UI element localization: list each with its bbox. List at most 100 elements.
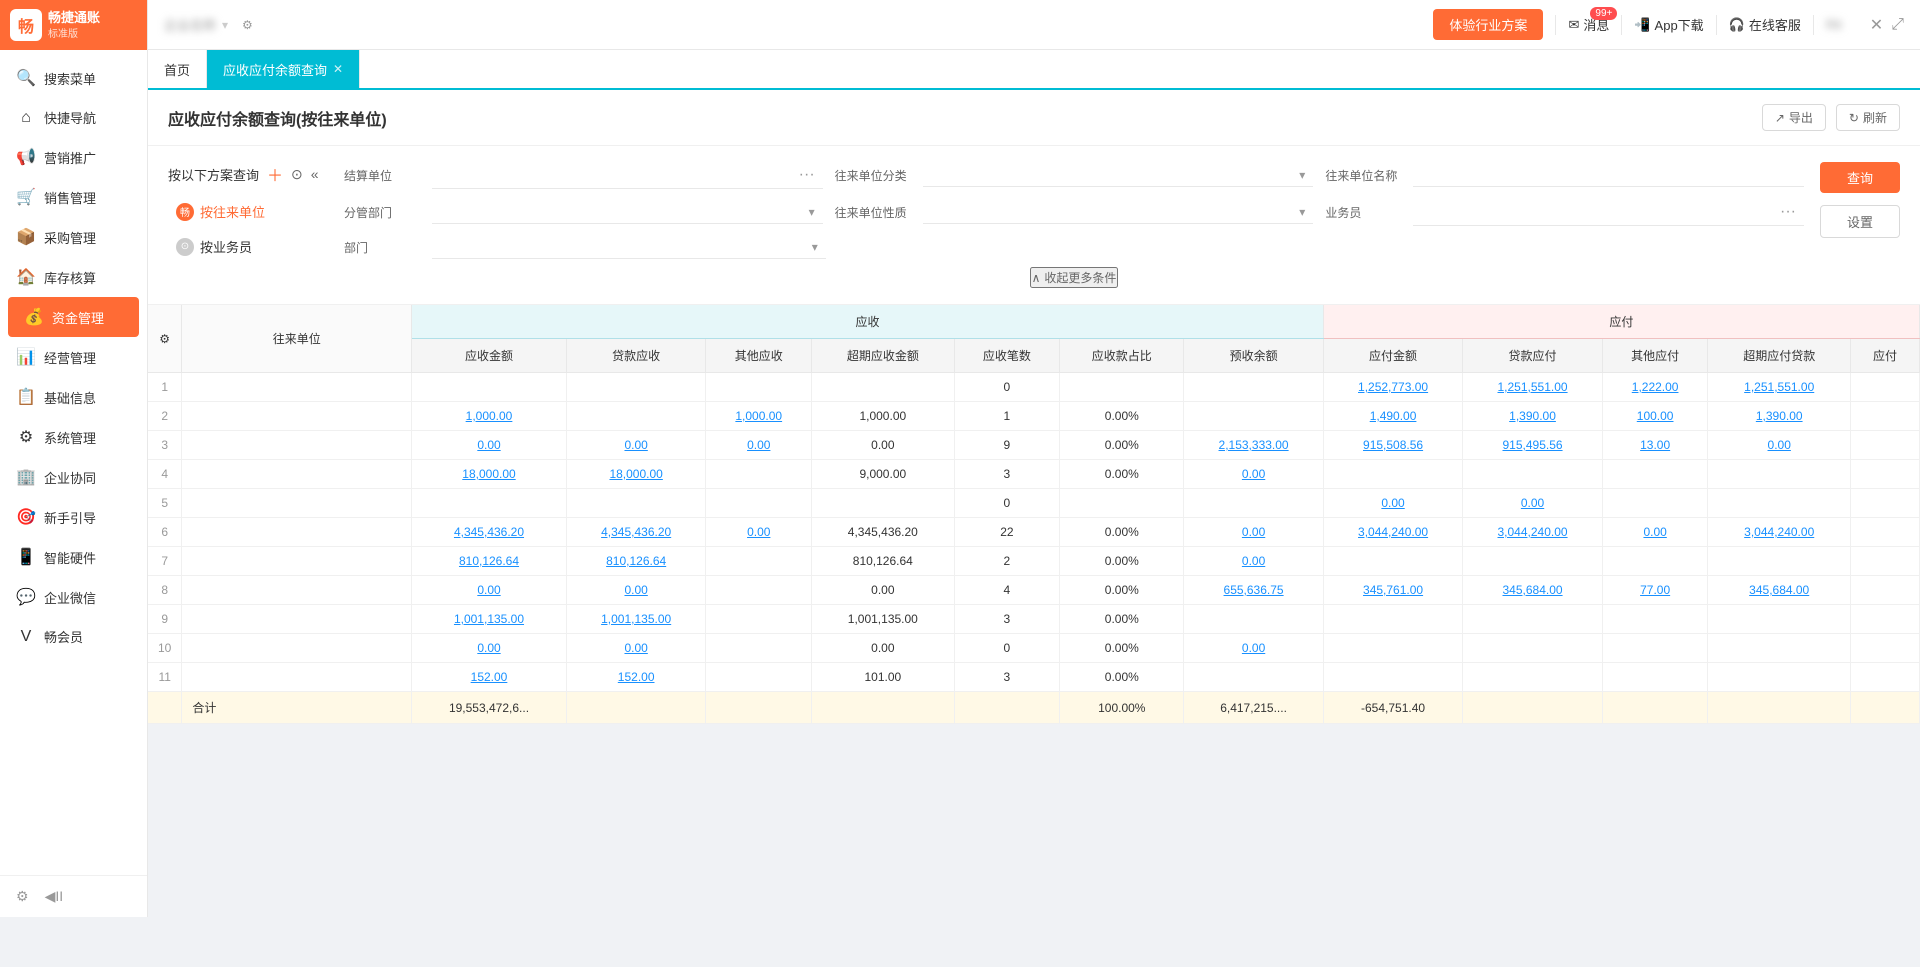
scheme-by-partner[interactable]: 畅 按往来单位 — [168, 198, 273, 225]
cell-link[interactable]: 0.00 — [1242, 554, 1265, 568]
salesman-input[interactable]: ··· — [1413, 199, 1804, 226]
sidebar-item-inventory[interactable]: 🏠 库存核算 — [0, 257, 147, 297]
cell-link[interactable]: 0.00 — [1242, 525, 1265, 539]
cell-link[interactable]: 152.00 — [618, 670, 655, 684]
cell-link[interactable]: 100.00 — [1637, 409, 1674, 423]
cell-link[interactable]: 0.00 — [1521, 496, 1544, 510]
cell-link[interactable]: 915,495.56 — [1503, 438, 1563, 452]
sidebar-item-search[interactable]: 🔍 搜索菜单 — [0, 58, 147, 98]
cell-link[interactable]: 345,761.00 — [1363, 583, 1423, 597]
sidebar-item-corp[interactable]: 🏢 企业协同 — [0, 457, 147, 497]
collapse-footer-icon[interactable]: ◀II — [45, 888, 64, 905]
cell-link[interactable]: 1,251,551.00 — [1498, 380, 1568, 394]
export-button[interactable]: ↗ 导出 — [1762, 104, 1826, 131]
table-cell: 1,001,135.00 — [812, 605, 954, 634]
cell-link[interactable]: 1,390.00 — [1756, 409, 1803, 423]
cell-link[interactable]: 13.00 — [1640, 438, 1670, 452]
app-download-button[interactable]: 📲 App下载 — [1634, 15, 1703, 34]
cell-link[interactable]: 1,251,551.00 — [1744, 380, 1814, 394]
partner-name-input[interactable] — [1413, 164, 1804, 187]
sidebar-item-marketing[interactable]: 📢 营销推广 — [0, 137, 147, 177]
close-window-button[interactable]: ✕ — [1870, 15, 1883, 35]
sidebar-item-wechat[interactable]: 💬 企业微信 — [0, 577, 147, 617]
tab-close-button[interactable]: ✕ — [333, 62, 343, 76]
collapse-more-button[interactable]: ∧ 收起更多条件 — [1030, 267, 1119, 288]
sidebar-item-sales[interactable]: 🛒 销售管理 — [0, 177, 147, 217]
cell-link[interactable]: 0.00 — [1242, 641, 1265, 655]
cell-link[interactable]: 4,345,436.20 — [454, 525, 524, 539]
cell-link[interactable]: 0.00 — [1768, 438, 1791, 452]
dept-manager-select[interactable]: ▾ — [432, 201, 823, 224]
sidebar-item-purchase[interactable]: 📦 采购管理 — [0, 217, 147, 257]
cell-link[interactable]: 1,001,135.00 — [454, 612, 524, 626]
cell-link[interactable]: 0.00 — [624, 438, 647, 452]
gear-btn[interactable]: ⚙ — [242, 18, 253, 32]
sidebar-item-basic[interactable]: 📋 基础信息 — [0, 377, 147, 417]
scheme-by-salesman[interactable]: ⊙ 按业务员 — [168, 233, 273, 260]
sidebar-item-member[interactable]: V 畅会员 — [0, 617, 147, 656]
cell-link[interactable]: 0.00 — [477, 438, 500, 452]
cell-link[interactable]: 77.00 — [1640, 583, 1670, 597]
sidebar-item-management[interactable]: 📊 经营管理 — [0, 337, 147, 377]
cell-link[interactable]: 1,490.00 — [1370, 409, 1417, 423]
table-cell: 22 — [954, 518, 1060, 547]
salesman-dots[interactable]: ··· — [1780, 203, 1796, 221]
cell-link[interactable]: 0.00 — [1643, 525, 1666, 539]
cell-link[interactable]: 0.00 — [477, 641, 500, 655]
sidebar-item-quicknav[interactable]: ⌂ 快捷导航 — [0, 98, 147, 137]
dept-select[interactable]: ▾ — [432, 236, 826, 259]
cell-link[interactable]: 0.00 — [747, 438, 770, 452]
user-name[interactable]: Rit — [1826, 17, 1842, 32]
tab-home[interactable]: 首页 — [148, 50, 207, 88]
cell-link[interactable]: 1,001,135.00 — [601, 612, 671, 626]
cell-link[interactable]: 0.00 — [1381, 496, 1404, 510]
sidebar-item-guide[interactable]: 🎯 新手引导 — [0, 497, 147, 537]
table-wrapper[interactable]: ⚙ 往来单位 应收 应付 应收金额 贷款应收 其他应收 超期应收金额 应收笔数 … — [148, 305, 1920, 724]
cell-link[interactable]: 0.00 — [624, 641, 647, 655]
cell-link[interactable]: 1,000.00 — [466, 409, 513, 423]
cell-link[interactable]: 18,000.00 — [609, 467, 662, 481]
cell-link[interactable]: 915,508.56 — [1363, 438, 1423, 452]
table-cell — [1602, 547, 1708, 576]
tab-ar-ap[interactable]: 应收应付余额查询 ✕ — [207, 50, 360, 88]
settlement-unit-dots[interactable]: ··· — [799, 166, 815, 184]
cell-link[interactable]: 810,126.64 — [606, 554, 666, 568]
settings-button[interactable]: 设置 — [1820, 205, 1900, 238]
cell-link[interactable]: 1,390.00 — [1509, 409, 1556, 423]
cell-link[interactable]: 3,044,240.00 — [1358, 525, 1428, 539]
cell-link[interactable]: 3,044,240.00 — [1744, 525, 1814, 539]
query-button[interactable]: 查询 — [1820, 162, 1900, 193]
refresh-button[interactable]: ↻ 刷新 — [1836, 104, 1900, 131]
sidebar-item-finance[interactable]: 💰 资金管理 — [8, 297, 139, 337]
cell-link[interactable]: 0.00 — [1242, 467, 1265, 481]
filter-settings-button[interactable]: ⊙ — [291, 166, 303, 183]
settings-footer-icon[interactable]: ⚙ — [16, 888, 29, 905]
cell-link[interactable]: 4,345,436.20 — [601, 525, 671, 539]
sidebar-item-system[interactable]: ⚙ 系统管理 — [0, 417, 147, 457]
filter-add-button[interactable]: ＋ — [267, 162, 283, 186]
cell-link[interactable]: 18,000.00 — [462, 467, 515, 481]
cell-link[interactable]: 3,044,240.00 — [1498, 525, 1568, 539]
solution-button[interactable]: 体验行业方案 — [1433, 9, 1543, 40]
cell-link[interactable]: 152.00 — [471, 670, 508, 684]
cell-link[interactable]: 810,126.64 — [459, 554, 519, 568]
scheme-salesman-icon: ⊙ — [176, 238, 194, 256]
cell-link[interactable]: 345,684.00 — [1749, 583, 1809, 597]
partner-category-select[interactable]: ▾ — [923, 164, 1314, 187]
message-button[interactable]: ✉ 消息 99+ — [1568, 15, 1609, 34]
sidebar-item-hardware[interactable]: 📱 智能硬件 — [0, 537, 147, 577]
cell-link[interactable]: 1,252,773.00 — [1358, 380, 1428, 394]
cell-link[interactable]: 1,000.00 — [735, 409, 782, 423]
cell-link[interactable]: 345,684.00 — [1503, 583, 1563, 597]
cell-link[interactable]: 0.00 — [477, 583, 500, 597]
filter-collapse-button[interactable]: « — [311, 166, 319, 182]
cell-link[interactable]: 0.00 — [747, 525, 770, 539]
cell-link[interactable]: 655,636.75 — [1224, 583, 1284, 597]
cell-link[interactable]: 0.00 — [624, 583, 647, 597]
maximize-window-button[interactable]: ⤢ — [1891, 16, 1904, 34]
partner-nature-select[interactable]: ▾ — [923, 201, 1314, 224]
cell-link[interactable]: 1,222.00 — [1632, 380, 1679, 394]
settlement-unit-input[interactable]: ··· — [432, 162, 823, 189]
online-service-button[interactable]: 🎧 在线客服 — [1729, 15, 1801, 34]
cell-link[interactable]: 2,153,333.00 — [1219, 438, 1289, 452]
